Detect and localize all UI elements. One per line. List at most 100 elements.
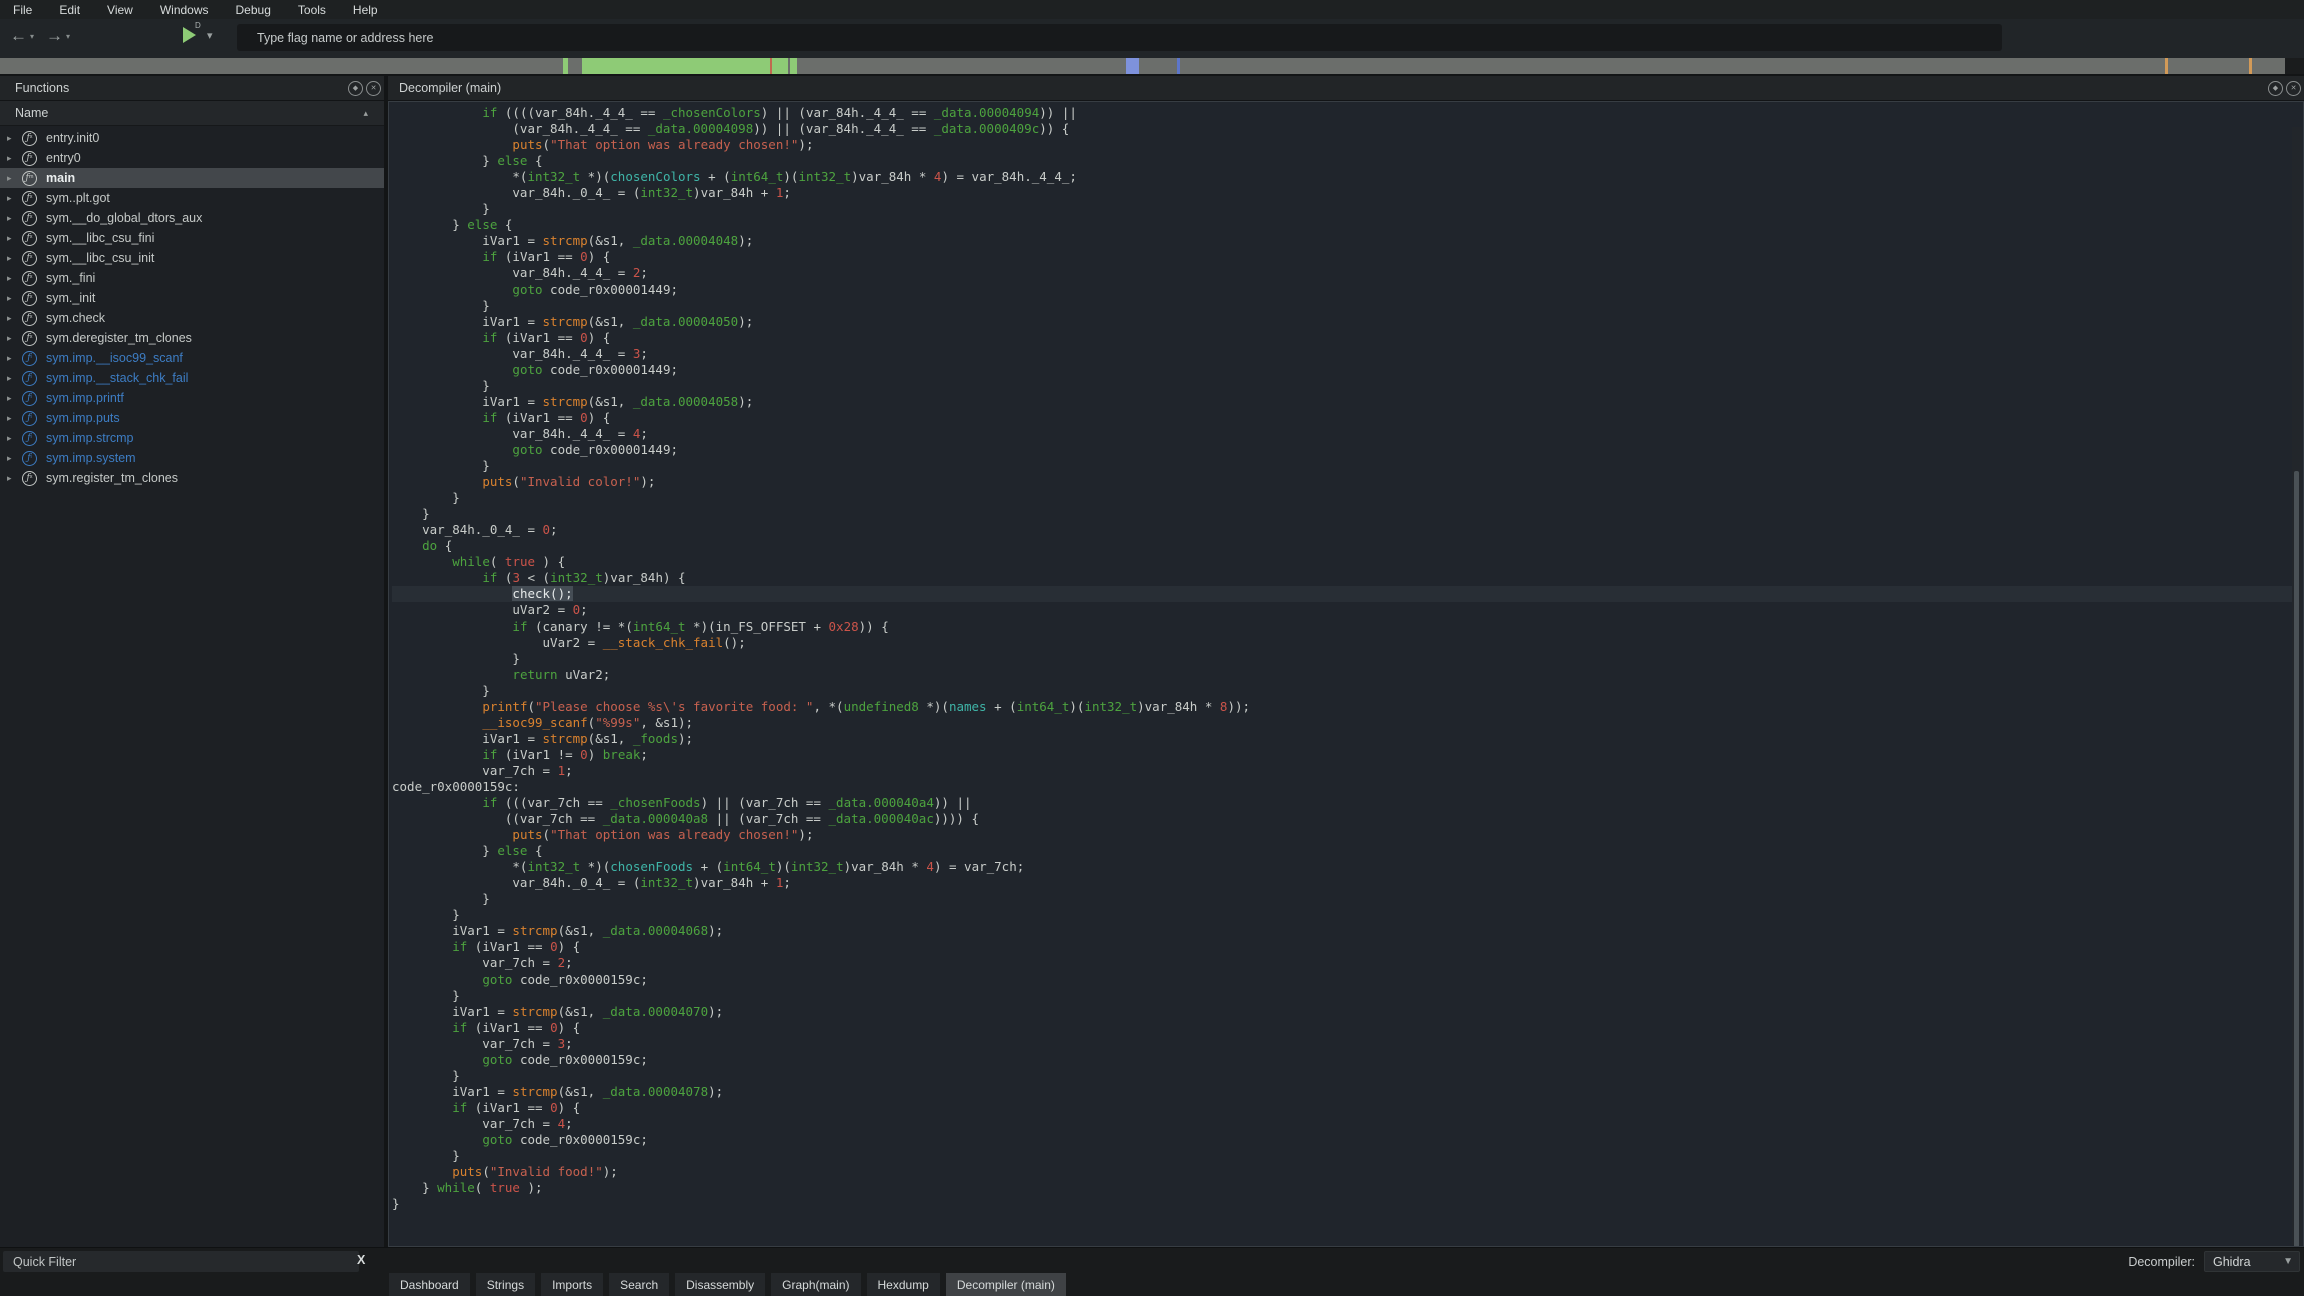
tab-decompiler-main[interactable]: Decompiler (main) xyxy=(945,1273,1066,1296)
forward-button[interactable]: → ▾ xyxy=(46,25,70,47)
function-name: sym.__do_global_dtors_aux xyxy=(46,211,203,225)
function-row-sym-libc-csu-fini[interactable]: ▸ ƒ x sym.__libc_csu_fini xyxy=(0,228,384,248)
expand-arrow-icon[interactable]: ▸ xyxy=(7,313,17,324)
memory-map-bar[interactable] xyxy=(0,58,2304,74)
expand-arrow-icon[interactable]: ▸ xyxy=(7,193,17,204)
code-line: var_84h._4_4_ = 2; xyxy=(392,265,648,281)
code-line: if (((var_7ch == _chosenFoods) || (var_7… xyxy=(482,795,972,811)
tab-hexdump[interactable]: Hexdump xyxy=(866,1273,940,1296)
expand-arrow-icon[interactable]: ▸ xyxy=(7,253,17,264)
start-debug-button[interactable]: D xyxy=(183,21,209,50)
function-name: sym.imp.strcmp xyxy=(46,431,134,445)
back-dropdown-icon[interactable]: ▾ xyxy=(30,26,34,48)
function-row-sym-imp-strcmp[interactable]: ▸ ƒ i sym.imp.strcmp xyxy=(0,428,384,448)
memory-segment xyxy=(2165,58,2168,74)
back-button[interactable]: ← ▾ xyxy=(10,25,34,47)
functions-column-header[interactable]: Name ▴ xyxy=(0,101,384,126)
expand-arrow-icon[interactable]: ▸ xyxy=(7,433,17,444)
menu-item-view[interactable]: View xyxy=(98,3,142,17)
expand-arrow-icon[interactable]: ▸ xyxy=(7,413,17,424)
close-panel-icon[interactable]: ✕ xyxy=(366,81,381,96)
code-line: var_7ch = 4; xyxy=(392,1115,573,1131)
code-line: var_7ch = 2; xyxy=(392,955,573,971)
menu-item-debug[interactable]: Debug xyxy=(227,3,280,17)
function-row-entry0[interactable]: ▸ ƒ x entry0 xyxy=(0,148,384,168)
function-row-sym-libc-csu-init[interactable]: ▸ ƒ x sym.__libc_csu_init xyxy=(0,248,384,268)
function-name: sym.imp.system xyxy=(46,451,136,465)
expand-arrow-icon[interactable]: ▸ xyxy=(7,153,17,164)
tab-search[interactable]: Search xyxy=(609,1273,670,1296)
function-row-sym-imp-system[interactable]: ▸ ƒ i sym.imp.system xyxy=(0,448,384,468)
menu-item-file[interactable]: File xyxy=(4,3,41,17)
quick-filter-clear-button[interactable]: X xyxy=(357,1253,365,1267)
code-line: var_84h._4_4_ = 3; xyxy=(392,345,648,361)
code-line: puts("That option was already chosen!"); xyxy=(512,137,814,153)
expand-arrow-icon[interactable]: ▸ xyxy=(7,353,17,364)
function-row-main[interactable]: ▸ ƒ m main xyxy=(0,168,384,188)
function-row-sym-deregister-tm-clones[interactable]: ▸ ƒ x sym.deregister_tm_clones xyxy=(0,328,384,348)
selected-token[interactable]: check(); xyxy=(512,586,573,602)
memory-map-base xyxy=(0,58,2285,74)
tab-graph-main[interactable]: Graph(main) xyxy=(771,1273,861,1296)
expand-arrow-icon[interactable]: ▸ xyxy=(7,473,17,484)
forward-dropdown-icon[interactable]: ▾ xyxy=(66,26,70,48)
expand-arrow-icon[interactable]: ▸ xyxy=(7,133,17,144)
tab-dashboard[interactable]: Dashboard xyxy=(389,1273,470,1296)
function-row-sym-init[interactable]: ▸ ƒ x sym._init xyxy=(0,288,384,308)
function-name: sym.register_tm_clones xyxy=(46,471,178,485)
tab-imports[interactable]: Imports xyxy=(541,1273,604,1296)
code-line: if (iVar1 == 0) { xyxy=(452,1099,581,1115)
menu-item-edit[interactable]: Edit xyxy=(50,3,89,17)
code-line: } while( true ); xyxy=(392,1180,543,1196)
function-row-sym-imp-puts[interactable]: ▸ ƒ i sym.imp.puts xyxy=(0,408,384,428)
sort-ascending-icon: ▴ xyxy=(363,107,368,118)
decompiler-select[interactable]: Ghidra ▼ xyxy=(2204,1251,2300,1272)
function-row-sym-check[interactable]: ▸ ƒ x sym.check xyxy=(0,308,384,328)
code-line: } xyxy=(392,506,430,522)
code-line: __isoc99_scanf("%99s", &s1); xyxy=(482,714,694,730)
debug-options-dropdown-icon[interactable]: ▾ xyxy=(207,29,213,42)
expand-arrow-icon[interactable]: ▸ xyxy=(7,333,17,344)
function-icon: ƒx xyxy=(22,290,37,306)
function-row-sym-imp-stack-chk-fail[interactable]: ▸ ƒ i sym.imp.__stack_chk_fail xyxy=(0,368,384,388)
menu-item-help[interactable]: Help xyxy=(344,3,387,17)
undock-panel-icon[interactable]: ◆ xyxy=(348,81,363,96)
expand-arrow-icon[interactable]: ▸ xyxy=(7,273,17,284)
menu-item-windows[interactable]: Windows xyxy=(151,3,218,17)
function-row-sym-imp-isoc99-scanf[interactable]: ▸ ƒ i sym.imp.__isoc99_scanf xyxy=(0,348,384,368)
vertical-scrollbar[interactable] xyxy=(2292,127,2302,1246)
quick-filter-input[interactable] xyxy=(3,1251,359,1272)
function-icon: ƒx xyxy=(22,470,37,486)
scrollbar-handle[interactable] xyxy=(2294,471,2299,1246)
tab-strings[interactable]: Strings xyxy=(475,1273,536,1296)
expand-arrow-icon[interactable]: ▸ xyxy=(7,233,17,244)
tab-disassembly[interactable]: Disassembly xyxy=(675,1273,766,1296)
function-row-sym-do-global-dtors-aux[interactable]: ▸ ƒ x sym.__do_global_dtors_aux xyxy=(0,208,384,228)
code-line: goto code_r0x0000159c; xyxy=(482,1051,648,1067)
code-line: *(int32_t *)(chosenColors + (int64_t)(in… xyxy=(392,169,1077,185)
expand-arrow-icon[interactable]: ▸ xyxy=(7,373,17,384)
function-row-entry-init0[interactable]: ▸ ƒ x entry.init0 xyxy=(0,128,384,148)
code-line: goto code_r0x00001449; xyxy=(512,441,678,457)
expand-arrow-icon[interactable]: ▸ xyxy=(7,453,17,464)
code-line: iVar1 = strcmp(&s1, _data.00004070); xyxy=(392,1003,724,1019)
code-line: puts("That option was already chosen!"); xyxy=(512,827,814,843)
function-row-sym-fini[interactable]: ▸ ƒ x sym._fini xyxy=(0,268,384,288)
function-icon: ƒi xyxy=(22,370,37,386)
code-line: } xyxy=(392,297,490,313)
decompiler-code-area[interactable]: if ((((var_84h._4_4_ == _chosenColors) |… xyxy=(388,101,2304,1247)
menu-item-tools[interactable]: Tools xyxy=(289,3,335,17)
expand-arrow-icon[interactable]: ▸ xyxy=(7,173,17,184)
flag-address-search-input[interactable] xyxy=(237,24,2002,51)
code-line: if (iVar1 == 0) { xyxy=(482,409,611,425)
function-row-sym-imp-printf[interactable]: ▸ ƒ i sym.imp.printf xyxy=(0,388,384,408)
undock-panel-icon[interactable]: ◆ xyxy=(2268,81,2283,96)
function-row-sym-register-tm-clones[interactable]: ▸ ƒ x sym.register_tm_clones xyxy=(0,468,384,488)
expand-arrow-icon[interactable]: ▸ xyxy=(7,393,17,404)
code-line: check(); xyxy=(392,586,2297,603)
function-row-sym-plt-got[interactable]: ▸ ƒ x sym..plt.got xyxy=(0,188,384,208)
expand-arrow-icon[interactable]: ▸ xyxy=(7,213,17,224)
expand-arrow-icon[interactable]: ▸ xyxy=(7,293,17,304)
close-panel-icon[interactable]: ✕ xyxy=(2286,81,2301,96)
function-icon: ƒi xyxy=(22,450,37,466)
